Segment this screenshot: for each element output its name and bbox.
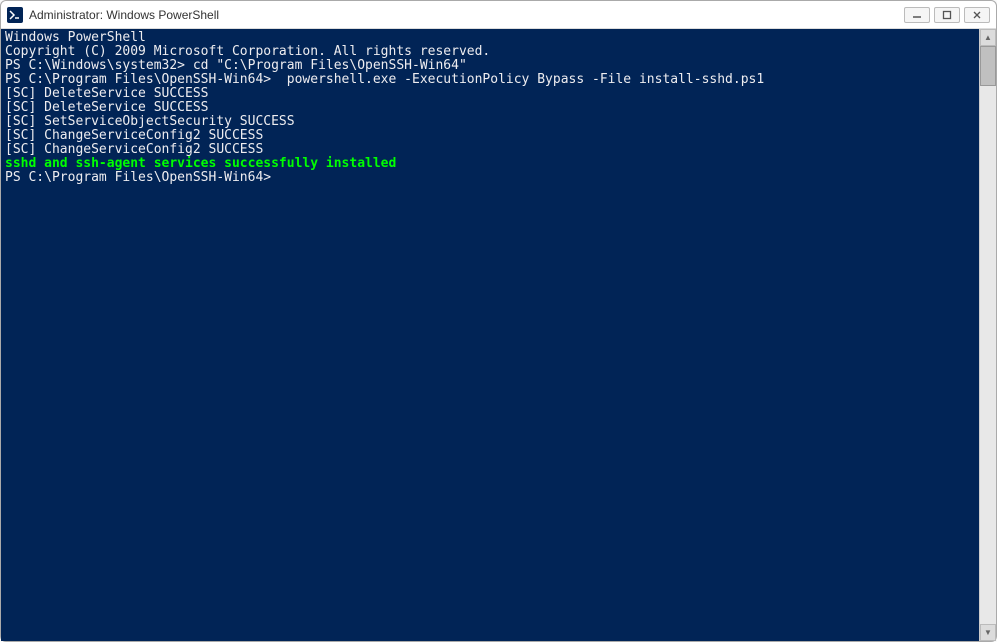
titlebar: Administrator: Windows PowerShell	[1, 1, 996, 29]
close-button[interactable]	[964, 7, 990, 23]
terminal-line: PS C:\Program Files\OpenSSH-Win64>	[5, 171, 975, 185]
terminal-output[interactable]: Windows PowerShellCopyright (C) 2009 Mic…	[1, 29, 979, 641]
maximize-button[interactable]	[934, 7, 960, 23]
powershell-window: Administrator: Windows PowerShell Window…	[0, 0, 997, 642]
terminal-success-line: sshd and ssh-agent services successfully…	[5, 157, 975, 171]
minimize-button[interactable]	[904, 7, 930, 23]
terminal-line: [SC] DeleteService SUCCESS	[5, 101, 975, 115]
terminal-line: [SC] DeleteService SUCCESS	[5, 87, 975, 101]
scroll-track[interactable]	[980, 46, 996, 624]
scroll-down-arrow[interactable]: ▼	[980, 624, 996, 641]
terminal-line: Copyright (C) 2009 Microsoft Corporation…	[5, 45, 975, 59]
vertical-scrollbar[interactable]: ▲ ▼	[979, 29, 996, 641]
terminal-line: PS C:\Windows\system32> cd "C:\Program F…	[5, 59, 975, 73]
scroll-up-arrow[interactable]: ▲	[980, 29, 996, 46]
terminal-line: [SC] SetServiceObjectSecurity SUCCESS	[5, 115, 975, 129]
scroll-thumb[interactable]	[980, 46, 996, 86]
terminal-wrapper: Windows PowerShellCopyright (C) 2009 Mic…	[1, 29, 996, 641]
terminal-line: [SC] ChangeServiceConfig2 SUCCESS	[5, 143, 975, 157]
terminal-line: PS C:\Program Files\OpenSSH-Win64> power…	[5, 73, 975, 87]
window-title: Administrator: Windows PowerShell	[29, 8, 904, 22]
powershell-icon	[7, 7, 23, 23]
window-controls	[904, 7, 990, 23]
terminal-line: [SC] ChangeServiceConfig2 SUCCESS	[5, 129, 975, 143]
terminal-line: Windows PowerShell	[5, 31, 975, 45]
